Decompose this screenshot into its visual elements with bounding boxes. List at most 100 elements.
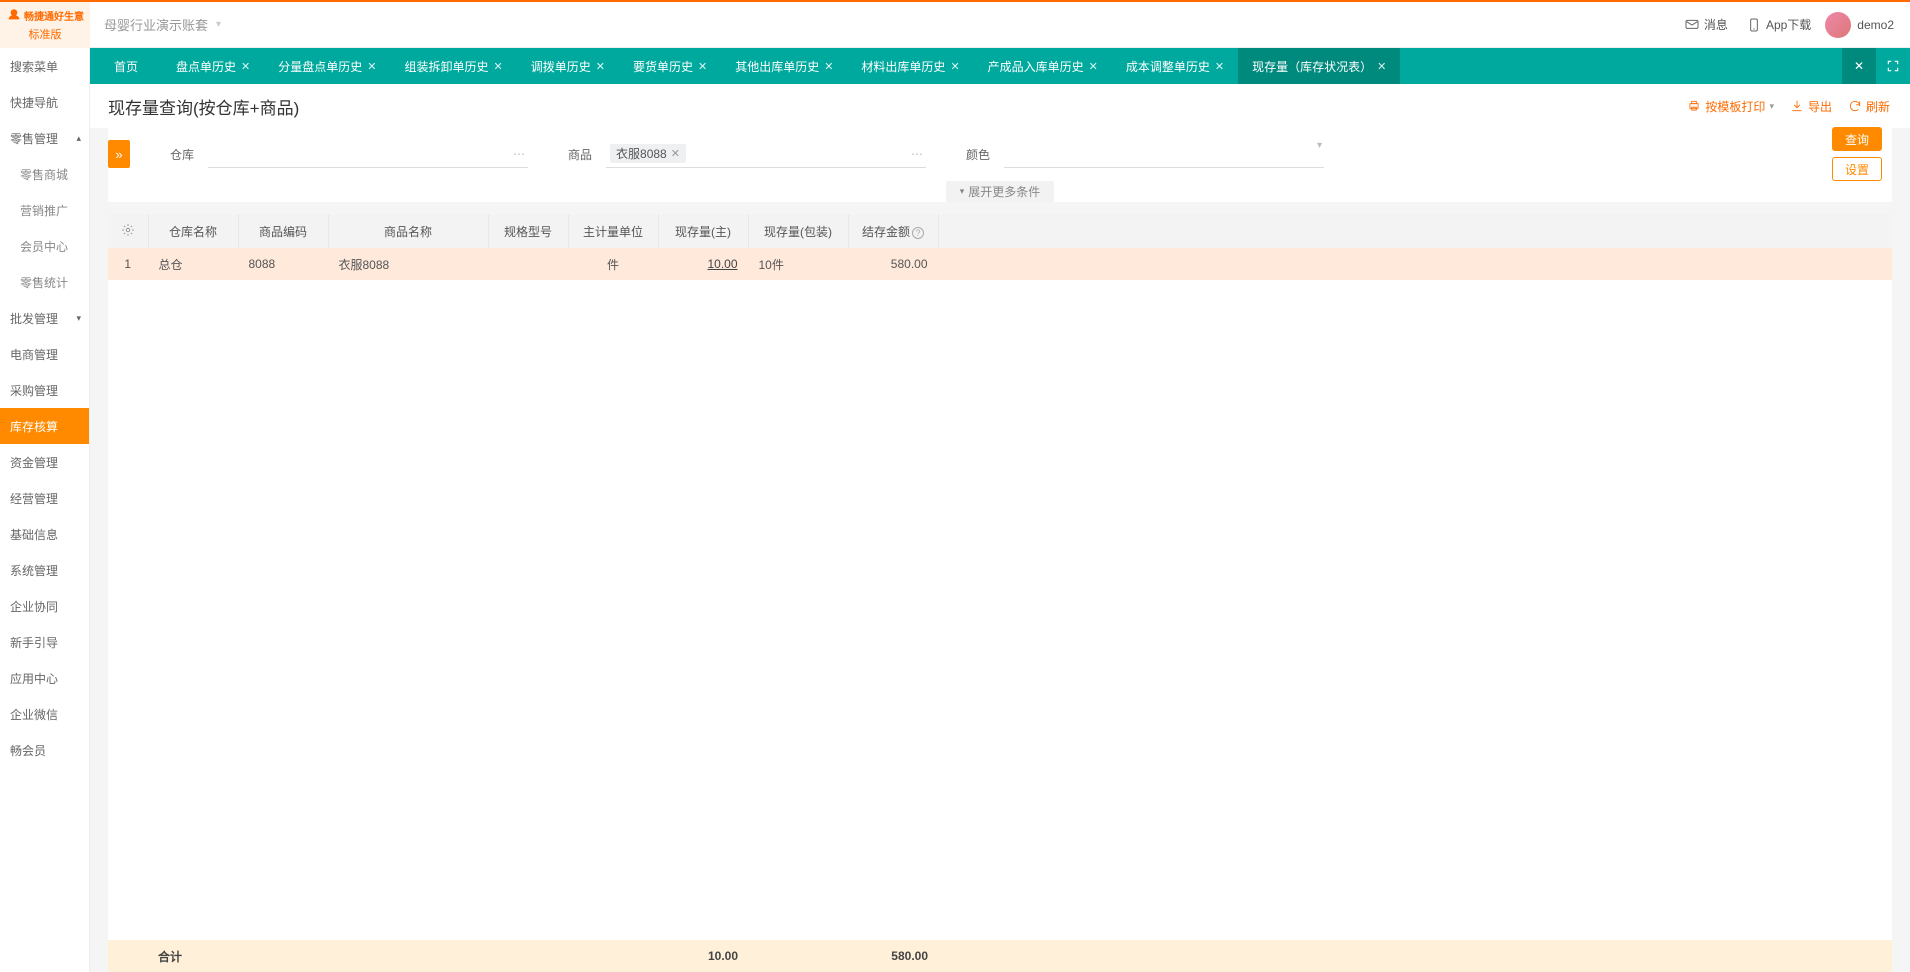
fullscreen-button[interactable]: [1876, 48, 1910, 84]
close-icon[interactable]: ✕: [1377, 60, 1386, 73]
refresh-button[interactable]: 刷新: [1848, 98, 1890, 115]
avatar[interactable]: [1825, 12, 1851, 38]
table-header-row: 仓库名称 商品编码 商品名称 规格型号 主计量单位 现存量(主) 现存量(包装)…: [108, 214, 1892, 248]
export-button[interactable]: 导出: [1790, 98, 1832, 115]
col-qty-main[interactable]: 现存量(主): [658, 214, 748, 248]
sidebar-item-label: 企业微信: [10, 706, 58, 723]
print-button[interactable]: 按模板打印 ▾: [1687, 98, 1774, 115]
chip-label: 衣服8088: [616, 145, 667, 162]
sidebar-item-5[interactable]: 会员中心: [0, 228, 89, 264]
close-icon[interactable]: ✕: [241, 60, 250, 73]
sidebar-item-10[interactable]: 库存核算: [0, 408, 89, 444]
sidebar-item-label: 新手引导: [10, 634, 58, 651]
expand-filters-button[interactable]: ▾ 展开更多条件: [946, 181, 1055, 202]
column-settings-header[interactable]: [108, 214, 148, 248]
sidebar-item-19[interactable]: 畅会员: [0, 732, 89, 768]
tab-10[interactable]: 现存量（库存状况表）✕: [1238, 48, 1400, 84]
sidebar-item-8[interactable]: 电商管理: [0, 336, 89, 372]
cell-spec: [488, 248, 568, 280]
print-icon: [1687, 99, 1701, 113]
page-title: 现存量查询(按仓库+商品): [108, 94, 299, 119]
col-unit[interactable]: 主计量单位: [568, 214, 658, 248]
help-icon[interactable]: ?: [912, 227, 924, 239]
table-row[interactable]: 1 总仓 8088 衣服8088 件 10.00 10件 580.00: [108, 248, 1892, 280]
chip-remove-icon[interactable]: ✕: [671, 147, 680, 160]
filter-color-select[interactable]: ▾: [1004, 140, 1324, 168]
col-warehouse[interactable]: 仓库名称: [148, 214, 238, 248]
filter-panel: » 仓库 ⋯ 商品 衣服8088 ✕: [108, 128, 1892, 202]
more-icon[interactable]: ⋯: [513, 147, 526, 161]
tab-1[interactable]: 盘点单历史✕: [162, 48, 264, 84]
sidebar-item-16[interactable]: 新手引导: [0, 624, 89, 660]
sidebar-item-18[interactable]: 企业微信: [0, 696, 89, 732]
close-icon[interactable]: ✕: [1089, 60, 1098, 73]
sidebar-item-12[interactable]: 经营管理: [0, 480, 89, 516]
table-footer-row: 合计 10.00 580.00: [108, 940, 1892, 972]
sidebar-item-2[interactable]: 零售管理▴: [0, 120, 89, 156]
print-label: 按模板打印: [1705, 98, 1765, 115]
filter-warehouse-input[interactable]: ⋯: [208, 140, 528, 168]
sidebar-item-9[interactable]: 采购管理: [0, 372, 89, 408]
more-icon[interactable]: ⋯: [911, 147, 924, 161]
sidebar-item-7[interactable]: 批发管理▾: [0, 300, 89, 336]
export-label: 导出: [1808, 98, 1832, 115]
filter-product-input[interactable]: 衣服8088 ✕ ⋯: [606, 140, 926, 168]
sidebar-item-0[interactable]: 搜索菜单: [0, 48, 89, 84]
messages-label: 消息: [1704, 16, 1728, 33]
close-all-tabs-button[interactable]: ✕: [1842, 48, 1876, 84]
col-amount-label: 结存金额: [862, 225, 910, 239]
fullscreen-icon: [1886, 59, 1900, 73]
close-icon[interactable]: ✕: [367, 60, 376, 73]
app-download-button[interactable]: App下载: [1746, 16, 1811, 33]
settings-button[interactable]: 设置: [1832, 157, 1882, 181]
sidebar-item-11[interactable]: 资金管理: [0, 444, 89, 480]
tab-7[interactable]: 材料出库单历史✕: [847, 48, 973, 84]
tab-label: 产成品入库单历史: [988, 58, 1084, 75]
mobile-icon: [1746, 17, 1762, 33]
close-icon[interactable]: ✕: [824, 60, 833, 73]
col-name[interactable]: 商品名称: [328, 214, 488, 248]
sidebar-item-label: 畅会员: [10, 742, 46, 759]
caret-up-icon: ▴: [76, 133, 81, 144]
sidebar-item-15[interactable]: 企业协同: [0, 588, 89, 624]
close-icon[interactable]: ✕: [698, 60, 707, 73]
tab-0[interactable]: 首页: [90, 48, 162, 84]
sidebar-item-label: 零售商城: [20, 166, 68, 183]
tab-label: 调拨单历史: [531, 58, 591, 75]
sidebar-item-1[interactable]: 快捷导航: [0, 84, 89, 120]
sidebar-item-label: 采购管理: [10, 382, 58, 399]
filter-product: 商品 衣服8088 ✕ ⋯: [568, 140, 926, 168]
close-icon[interactable]: ✕: [950, 60, 959, 73]
sidebar-item-3[interactable]: 零售商城: [0, 156, 89, 192]
sidebar-item-17[interactable]: 应用中心: [0, 660, 89, 696]
tab-bar: 首页盘点单历史✕分量盘点单历史✕组装拆卸单历史✕调拨单历史✕要货单历史✕其他出库…: [90, 48, 1910, 84]
tab-8[interactable]: 产成品入库单历史 ✕: [974, 48, 1112, 84]
filter-warehouse-label: 仓库: [170, 146, 194, 163]
sidebar-item-4[interactable]: 营销推广: [0, 192, 89, 228]
close-icon[interactable]: ✕: [494, 60, 503, 73]
tab-9[interactable]: 成本调整单历史✕: [1112, 48, 1238, 84]
collapse-filters-button[interactable]: »: [108, 140, 130, 168]
close-icon[interactable]: ✕: [596, 60, 605, 73]
col-spec[interactable]: 规格型号: [488, 214, 568, 248]
messages-button[interactable]: 消息: [1684, 16, 1728, 33]
col-qty-pack[interactable]: 现存量(包装): [748, 214, 848, 248]
tab-6[interactable]: 其他出库单历史✕: [721, 48, 847, 84]
tab-5[interactable]: 要货单历史✕: [619, 48, 721, 84]
tab-3[interactable]: 组装拆卸单历史✕: [390, 48, 516, 84]
tab-4[interactable]: 调拨单历史 ✕: [517, 48, 619, 84]
account-selector-label: 母婴行业演示账套: [104, 15, 208, 34]
sidebar-item-6[interactable]: 零售统计: [0, 264, 89, 300]
tab-bar-end: ✕: [1842, 48, 1910, 84]
footer-label: 合计: [148, 940, 238, 972]
account-selector[interactable]: 母婴行业演示账套 ▾: [104, 15, 221, 34]
sidebar-item-13[interactable]: 基础信息: [0, 516, 89, 552]
col-code[interactable]: 商品编码: [238, 214, 328, 248]
cell-qty-main[interactable]: 10.00: [707, 257, 737, 271]
col-amount[interactable]: 结存金额?: [848, 214, 938, 248]
query-button[interactable]: 查询: [1832, 127, 1882, 151]
tab-2[interactable]: 分量盘点单历史✕: [264, 48, 390, 84]
sidebar-item-14[interactable]: 系统管理: [0, 552, 89, 588]
sidebar-item-label: 快捷导航: [10, 94, 58, 111]
close-icon[interactable]: ✕: [1215, 60, 1224, 73]
